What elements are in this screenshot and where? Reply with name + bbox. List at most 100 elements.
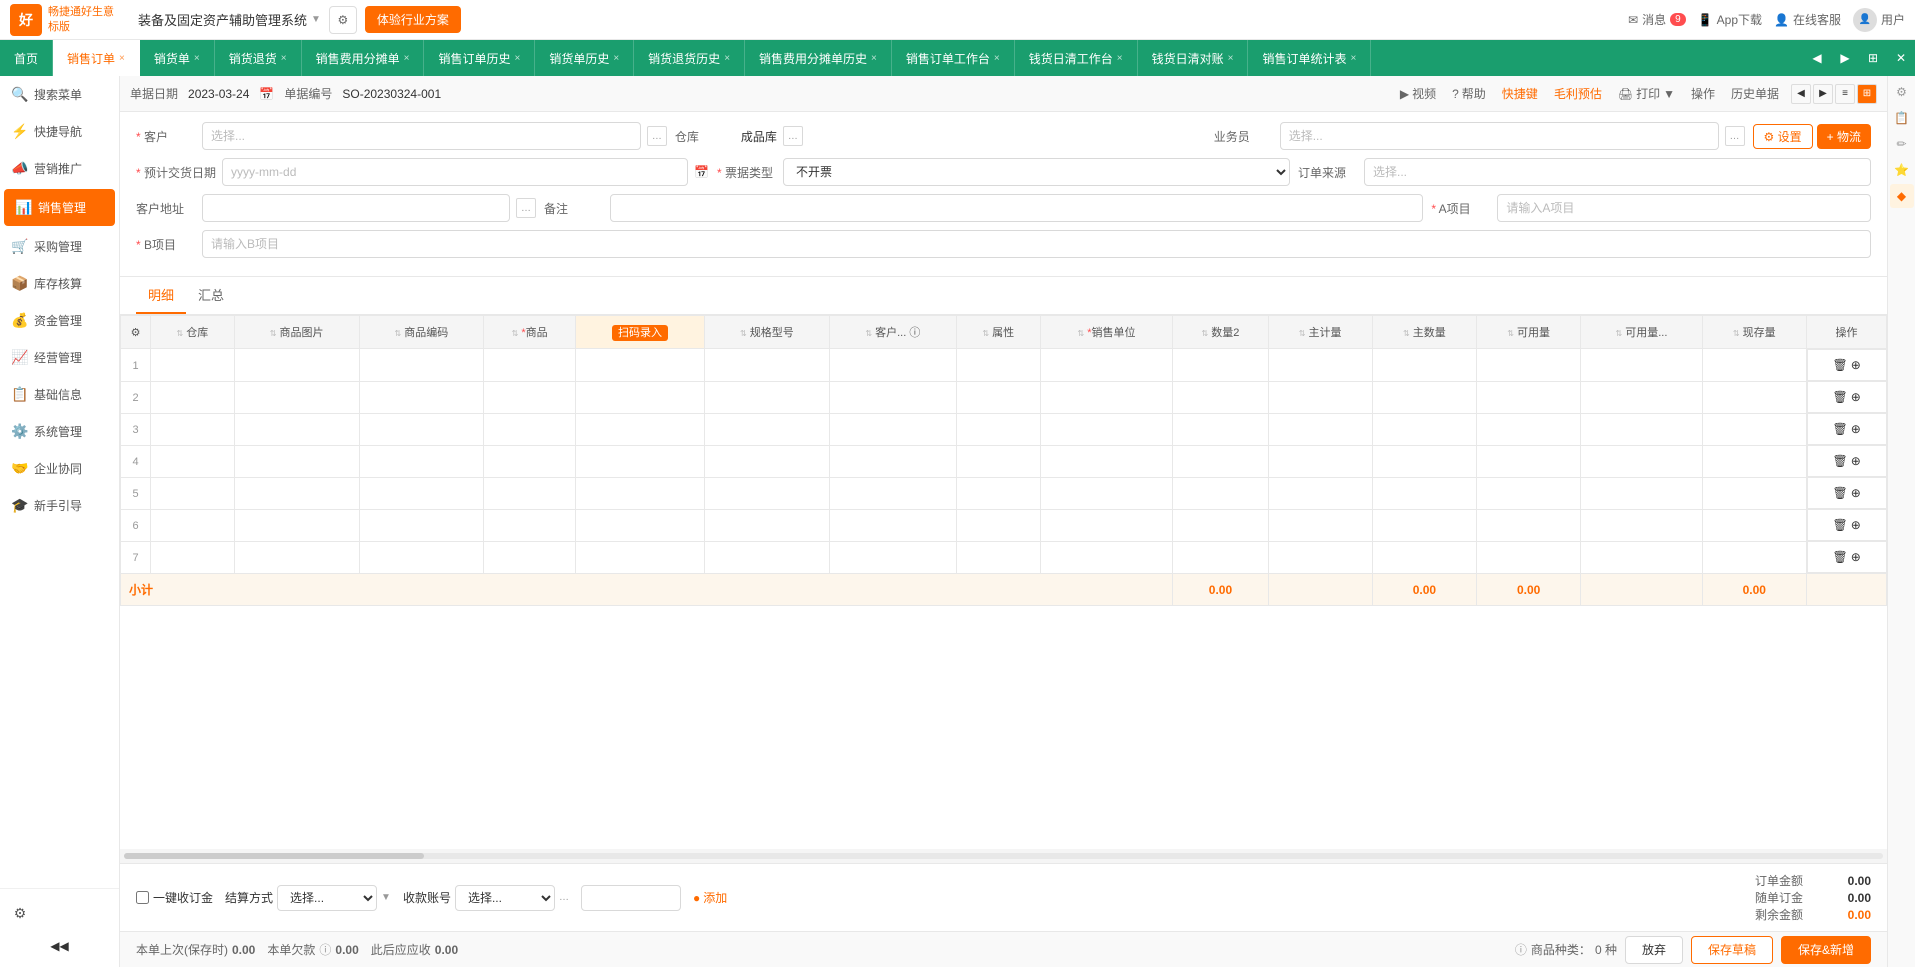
row-copy-icon[interactable]: ⊕ — [1851, 550, 1861, 564]
order-source-input[interactable] — [1364, 158, 1871, 186]
tab-close-icon[interactable]: × — [994, 53, 1000, 64]
salesperson-input[interactable] — [1280, 122, 1719, 150]
sidebar-item-guide[interactable]: 🎓 新手引导 — [0, 487, 119, 524]
col-main-qty[interactable]: ⇅ 主数量 — [1372, 316, 1476, 349]
shortcut-btn[interactable]: 快捷键 — [1498, 83, 1542, 104]
delivery-date-input[interactable] — [222, 158, 688, 186]
app-download-btn[interactable]: 📱 App下载 — [1698, 11, 1762, 28]
sidebar-settings-btn[interactable]: ⚙ — [0, 895, 119, 931]
row-copy-icon[interactable]: ⊕ — [1851, 358, 1861, 372]
operation-btn[interactable]: 操作 — [1687, 83, 1719, 104]
tab-next-btn[interactable]: ▶ — [1831, 40, 1859, 76]
col-customer-info[interactable]: ⇅ 客户... ⓘ — [829, 316, 956, 349]
payment-chevron-icon[interactable]: ▼ — [381, 892, 391, 903]
sidebar-item-finance[interactable]: 💰 资金管理 — [0, 302, 119, 339]
sidebar-item-marketing[interactable]: 📣 营销推广 — [0, 150, 119, 187]
col-available2[interactable]: ⇅ 可用量... — [1581, 316, 1702, 349]
sidebar-item-purchase[interactable]: 🛒 采购管理 — [0, 228, 119, 265]
sidebar-collapse-btn[interactable]: ◀◀ — [0, 931, 119, 961]
grid-card-btn[interactable]: ⊞ — [1857, 84, 1877, 104]
tab-close-icon[interactable]: × — [514, 53, 520, 64]
col-operation[interactable]: 操作 — [1806, 316, 1886, 349]
row-delete-icon[interactable]: 🗑 — [1833, 518, 1848, 532]
col-product-img[interactable]: ⇅ 商品图片 — [234, 316, 359, 349]
tab-goods-history[interactable]: 销货单历史 × — [535, 40, 634, 76]
help-btn[interactable]: ? 帮助 — [1448, 83, 1490, 104]
goods-btn[interactable]: + 物流 — [1817, 124, 1871, 149]
save-draft-btn[interactable]: 保存草稿 — [1691, 936, 1773, 964]
warehouse-expand-btn[interactable]: … — [783, 126, 803, 146]
rp-btn-5[interactable]: ◆ — [1890, 184, 1914, 208]
row-delete-icon[interactable]: 🗑 — [1833, 486, 1848, 500]
tab-daily-workbench[interactable]: 钱货日清工作台 × — [1015, 40, 1138, 76]
col-scan[interactable]: 扫码录入 — [576, 316, 705, 349]
grid-list-btn[interactable]: ≡ — [1835, 84, 1855, 104]
col-settings[interactable]: ⚙ — [121, 316, 151, 349]
tab-sales-order[interactable]: 销售订单 × — [53, 40, 140, 76]
tab-statistics[interactable]: 销售订单统计表 × — [1248, 40, 1371, 76]
delivery-calendar-icon[interactable]: 📅 — [694, 165, 709, 179]
row-copy-icon[interactable]: ⊕ — [1851, 422, 1861, 436]
row-copy-icon[interactable]: ⊕ — [1851, 454, 1861, 468]
remark-input[interactable] — [610, 194, 1423, 222]
rp-btn-4[interactable]: ⭐ — [1890, 158, 1914, 182]
customer-input[interactable] — [202, 122, 641, 150]
row-delete-icon[interactable]: 🗑 — [1833, 422, 1848, 436]
sidebar-item-quick[interactable]: ⚡ 快捷导航 — [0, 113, 119, 150]
tab-home[interactable]: 首页 — [0, 40, 53, 76]
rp-btn-3[interactable]: ✏ — [1890, 132, 1914, 156]
col-main-unit[interactable]: ⇅ 主计量 — [1268, 316, 1372, 349]
app-name[interactable]: 装备及固定资产辅助管理系统 ▼ — [138, 10, 321, 29]
tab-close-all-btn[interactable]: ✕ — [1887, 40, 1915, 76]
gear-button[interactable]: ⚙ — [329, 6, 357, 34]
tab-prev-btn[interactable]: ◀ — [1803, 40, 1831, 76]
message-btn[interactable]: ✉ 消息 9 — [1628, 11, 1686, 28]
col-attribute[interactable]: ⇅ 属性 — [956, 316, 1040, 349]
row-delete-icon[interactable]: 🗑 — [1833, 550, 1848, 564]
customer-expand-btn[interactable]: … — [647, 126, 667, 146]
tab-close-icon[interactable]: × — [194, 53, 200, 64]
row-copy-icon[interactable]: ⊕ — [1851, 390, 1861, 404]
rp-btn-2[interactable]: 📋 — [1890, 106, 1914, 130]
tab-close-icon[interactable]: × — [404, 53, 410, 64]
rp-btn-1[interactable]: ⚙ — [1890, 80, 1914, 104]
address-input[interactable] — [202, 194, 510, 222]
tab-workbench[interactable]: 销售订单工作台 × — [892, 40, 1015, 76]
tab-summary[interactable]: 汇总 — [186, 277, 236, 314]
view-btn[interactable]: ▶ 视频 — [1396, 83, 1440, 104]
col-product-code[interactable]: ⇅ 商品编码 — [359, 316, 484, 349]
col-spec[interactable]: ⇅ 规格型号 — [704, 316, 829, 349]
sidebar-item-search[interactable]: 🔍 搜索菜单 — [0, 76, 119, 113]
row-copy-icon[interactable]: ⊕ — [1851, 518, 1861, 532]
sidebar-item-sales[interactable]: 📊 销售管理 — [4, 189, 115, 226]
online-service-btn[interactable]: 👤 在线客服 — [1774, 11, 1841, 28]
tab-detail[interactable]: 明细 — [136, 277, 186, 314]
tab-sales-history[interactable]: 销售订单历史 × — [424, 40, 535, 76]
amount-input[interactable]: 0.00 — [581, 885, 681, 911]
row-copy-icon[interactable]: ⊕ — [1851, 486, 1861, 500]
h-scrollbar[interactable] — [120, 849, 1887, 863]
history-btn[interactable]: 历史单据 — [1727, 83, 1783, 104]
tab-daily-reconcile[interactable]: 钱货日清对账 × — [1138, 40, 1249, 76]
col-product[interactable]: ⇅ *商品 — [484, 316, 576, 349]
industry-btn[interactable]: 体验行业方案 — [365, 6, 461, 33]
tab-close-icon[interactable]: × — [613, 53, 619, 64]
sidebar-item-operations[interactable]: 📈 经营管理 — [0, 339, 119, 376]
tab-close-icon[interactable]: × — [1350, 53, 1356, 64]
one-click-checkbox[interactable] — [136, 891, 149, 904]
col-warehouse[interactable]: ⇅ 仓库 — [151, 316, 235, 349]
address-expand-btn[interactable]: … — [516, 198, 536, 218]
calendar-icon[interactable]: 📅 — [259, 87, 274, 101]
tab-sales-goods[interactable]: 销货单 × — [140, 40, 215, 76]
tab-close-icon[interactable]: × — [724, 53, 730, 64]
grid-next-btn[interactable]: ▶ — [1813, 84, 1833, 104]
row-delete-icon[interactable]: 🗑 — [1833, 390, 1848, 404]
sidebar-item-system[interactable]: ⚙️ 系统管理 — [0, 413, 119, 450]
invoice-type-select[interactable]: 不开票 — [783, 158, 1290, 186]
sidebar-item-collab[interactable]: 🤝 企业协同 — [0, 450, 119, 487]
add-payment-btn[interactable]: ● 添加 — [693, 889, 727, 906]
tab-sales-fee[interactable]: 销售费用分摊单 × — [302, 40, 425, 76]
account-select[interactable]: 选择... — [455, 885, 555, 911]
payment-method-select[interactable]: 选择... — [277, 885, 377, 911]
grid-prev-btn[interactable]: ◀ — [1791, 84, 1811, 104]
